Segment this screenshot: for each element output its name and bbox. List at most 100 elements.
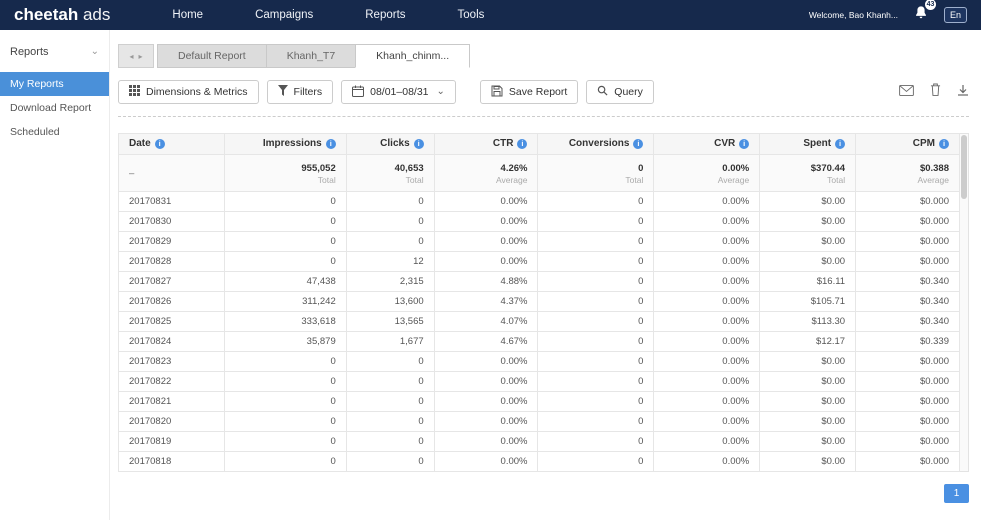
nav-item-tools[interactable]: Tools bbox=[458, 9, 485, 21]
download-icon bbox=[957, 83, 969, 101]
value-cell: 4.07% bbox=[433, 311, 539, 332]
brand-logo[interactable]: cheetah ads bbox=[14, 5, 110, 25]
value-cell: 2,315 bbox=[345, 271, 435, 292]
calendar-icon bbox=[352, 85, 365, 100]
save-report-button[interactable]: Save Report bbox=[479, 80, 579, 104]
info-icon[interactable]: i bbox=[154, 138, 165, 149]
delete-report-button[interactable] bbox=[930, 83, 941, 101]
notifications-button[interactable]: 43 bbox=[914, 0, 937, 25]
save-report-label: Save Report bbox=[508, 86, 568, 98]
value-cell: 311,242 bbox=[223, 291, 347, 312]
caret-down-icon: ⌄ bbox=[436, 86, 445, 97]
value-cell: 0.00% bbox=[653, 311, 761, 332]
column-header-spent[interactable]: Spent i bbox=[759, 133, 857, 155]
language-button[interactable]: En bbox=[943, 7, 967, 23]
value-cell: 0 bbox=[345, 431, 435, 452]
welcome-text: Welcome, Bao Khanh... bbox=[809, 10, 898, 20]
table-scrollbar[interactable] bbox=[960, 133, 969, 472]
nav-item-home[interactable]: Home bbox=[172, 9, 203, 21]
table-row: 20170825 333,618 13,565 4.07% 0 0.00% $113.30 $… bbox=[118, 311, 960, 332]
column-header-clicks[interactable]: Clicks i bbox=[345, 133, 435, 155]
date-cell: 20170830 bbox=[118, 211, 225, 232]
sidebar-item-my-reports[interactable]: My Reports bbox=[0, 72, 109, 96]
report-table: Date i Impressions i Clicks i CTR i Conversions i… bbox=[118, 133, 960, 472]
value-cell: 0 bbox=[537, 311, 655, 332]
tab-khanh-chinm[interactable]: Khanh_chinm... bbox=[355, 44, 471, 68]
query-button[interactable]: Query bbox=[586, 80, 654, 104]
column-header-ctr[interactable]: CTR i bbox=[433, 133, 539, 155]
value-cell: 0 bbox=[537, 451, 655, 472]
column-header-cpm[interactable]: CPM i bbox=[855, 133, 960, 155]
value-cell: 0 bbox=[537, 291, 655, 312]
value-cell: 0.00% bbox=[653, 251, 761, 272]
value-cell: 0 bbox=[537, 251, 655, 272]
value-cell: 0.00% bbox=[433, 251, 539, 272]
page-1-button[interactable]: 1 bbox=[944, 484, 969, 503]
total-cell: 40,653 Total bbox=[345, 154, 435, 192]
tabs-next-button[interactable]: ▸ bbox=[139, 52, 143, 61]
date-cell: 20170818 bbox=[118, 451, 225, 472]
main-nav: Home Campaigns Reports Tools bbox=[172, 9, 484, 21]
value-cell: 0 bbox=[223, 431, 347, 452]
report-toolbar: Dimensions & Metrics Filters 08/01–08/31… bbox=[118, 80, 969, 104]
info-icon[interactable]: i bbox=[413, 138, 424, 149]
nav-item-reports[interactable]: Reports bbox=[365, 9, 405, 21]
info-icon[interactable]: i bbox=[835, 138, 846, 149]
sidebar-section-reports[interactable]: Reports ⌄ bbox=[0, 46, 109, 72]
info-icon[interactable]: i bbox=[325, 138, 336, 149]
value-cell: 0.00% bbox=[433, 411, 539, 432]
value-cell: 47,438 bbox=[223, 271, 347, 292]
info-icon[interactable]: i bbox=[517, 138, 528, 149]
value-cell: $0.340 bbox=[855, 311, 960, 332]
tab-khanh-t7[interactable]: Khanh_T7 bbox=[265, 44, 357, 68]
column-label: Clicks bbox=[380, 138, 410, 150]
column-header-conversions[interactable]: Conversions i bbox=[537, 133, 655, 155]
info-icon[interactable]: i bbox=[633, 138, 644, 149]
value-cell: $0.000 bbox=[855, 211, 960, 232]
value-cell: 0 bbox=[223, 191, 347, 212]
date-cell: 20170820 bbox=[118, 411, 225, 432]
value-cell: $0.00 bbox=[759, 231, 857, 252]
value-cell: 0.00% bbox=[433, 391, 539, 412]
username[interactable]: Bao Khanh... bbox=[849, 10, 898, 20]
sidebar-item-scheduled[interactable]: Scheduled bbox=[0, 120, 109, 144]
scrollbar-thumb[interactable] bbox=[961, 135, 967, 199]
total-cell: $0.388 Average bbox=[855, 154, 960, 192]
column-label: CVR bbox=[714, 138, 736, 150]
value-cell: 0.00% bbox=[653, 351, 761, 372]
sidebar-item-download-report[interactable]: Download Report bbox=[0, 96, 109, 120]
nav-item-campaigns[interactable]: Campaigns bbox=[255, 9, 313, 21]
chevron-down-icon: ⌄ bbox=[90, 46, 99, 57]
tabs-prev-button[interactable]: ◂ bbox=[129, 52, 133, 61]
table-row: 20170826 311,242 13,600 4.37% 0 0.00% $105.71 $… bbox=[118, 291, 960, 312]
date-cell: 20170824 bbox=[118, 331, 225, 352]
value-cell: 0.00% bbox=[653, 451, 761, 472]
info-icon[interactable]: i bbox=[939, 138, 949, 149]
value-cell: $113.30 bbox=[759, 311, 857, 332]
download-report-button[interactable] bbox=[957, 83, 969, 101]
column-label: CPM bbox=[912, 138, 935, 150]
info-icon[interactable]: i bbox=[739, 138, 750, 149]
value-cell: 0 bbox=[345, 391, 435, 412]
column-header-date[interactable]: Date i bbox=[118, 133, 225, 155]
tab-default-report[interactable]: Default Report bbox=[157, 44, 267, 68]
value-cell: 0.00% bbox=[653, 191, 761, 212]
date-cell: 20170828 bbox=[118, 251, 225, 272]
value-cell: 0.00% bbox=[433, 371, 539, 392]
table-row: 20170830 0 0 0.00% 0 0.00% $0.00 $0.000 bbox=[118, 211, 960, 232]
dimensions-metrics-button[interactable]: Dimensions & Metrics bbox=[118, 80, 259, 104]
date-cell: 20170827 bbox=[118, 271, 225, 292]
value-cell: 0 bbox=[537, 431, 655, 452]
date-range-button[interactable]: 08/01–08/31 ⌄ bbox=[341, 80, 456, 104]
email-report-button[interactable] bbox=[899, 83, 914, 101]
value-cell: 0 bbox=[223, 251, 347, 272]
table-row: 20170823 0 0 0.00% 0 0.00% $0.00 $0.000 bbox=[118, 351, 960, 372]
value-cell: 0 bbox=[537, 331, 655, 352]
search-icon bbox=[597, 85, 608, 99]
trash-icon bbox=[930, 83, 941, 101]
value-cell: 0 bbox=[537, 371, 655, 392]
column-header-impressions[interactable]: Impressions i bbox=[223, 133, 347, 155]
page-body: Reports ⌄ My Reports Download Report Sch… bbox=[0, 30, 981, 520]
column-header-cvr[interactable]: CVR i bbox=[653, 133, 761, 155]
filters-button[interactable]: Filters bbox=[266, 80, 334, 104]
